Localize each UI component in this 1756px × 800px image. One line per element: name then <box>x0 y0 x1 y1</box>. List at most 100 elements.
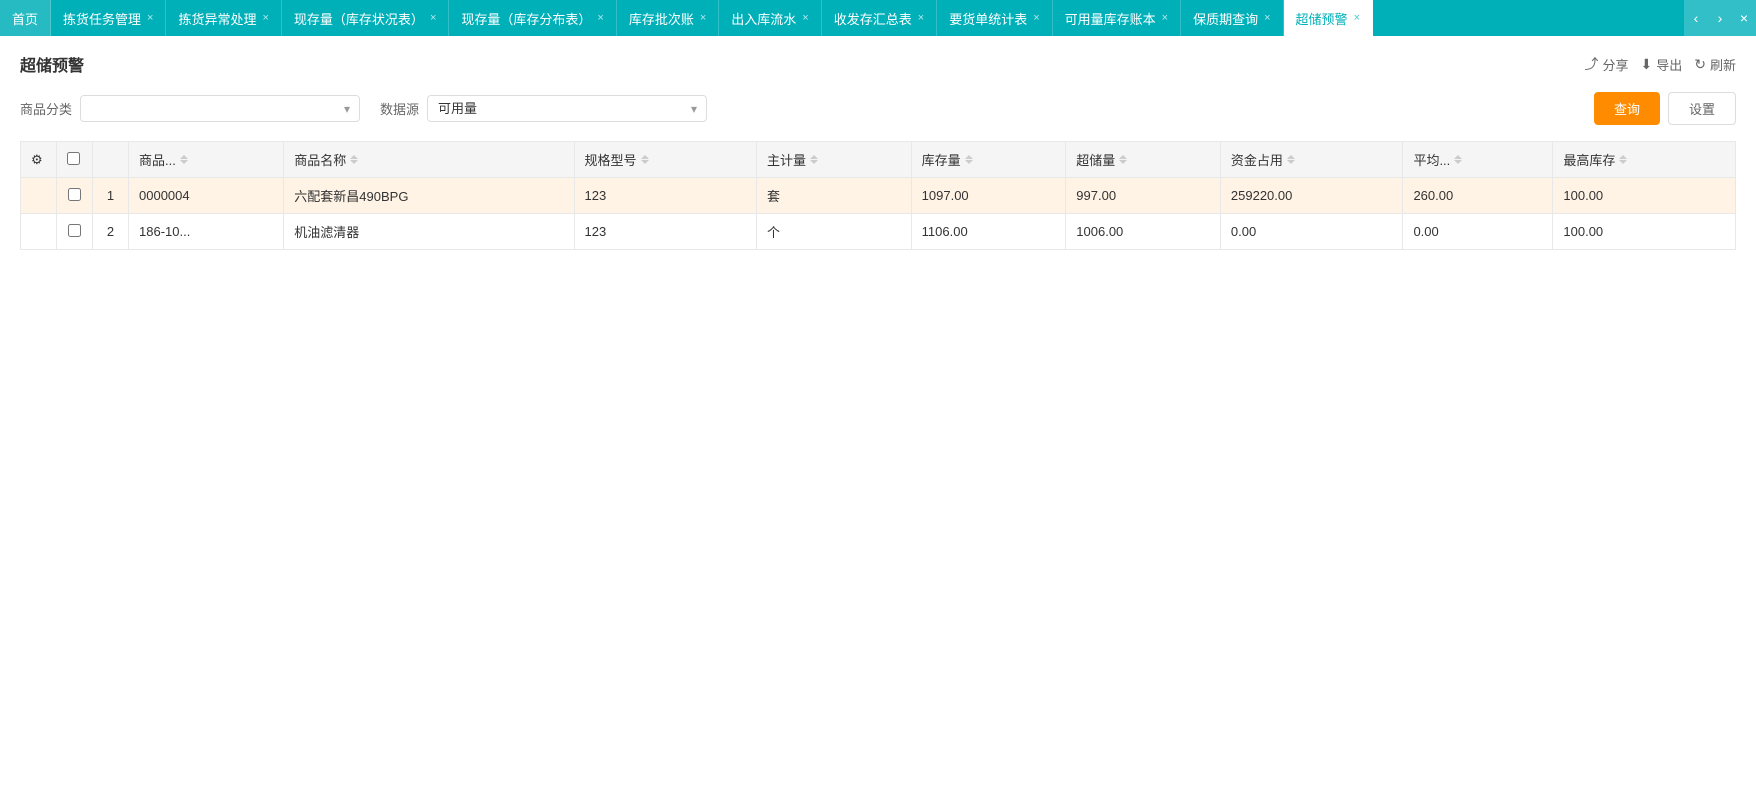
row-num: 2 <box>93 214 129 250</box>
row-checkbox[interactable] <box>68 188 81 201</box>
th-check <box>57 142 93 178</box>
datasource-label: 数据源 <box>380 99 419 118</box>
nav-item-available-account[interactable]: 可用量库存账本 × <box>1053 0 1181 36</box>
page-header: 超储预警 ⤴ 分享 ⬇ 导出 ↻ 刷新 <box>20 52 1736 76</box>
th-product-code: 商品... <box>129 142 284 178</box>
share-icon: ⤴ <box>1584 54 1598 74</box>
datasource-select[interactable]: 可用量 库存量 <box>427 95 707 122</box>
row-overstock: 997.00 <box>1066 178 1221 214</box>
share-button[interactable]: ⤴ 分享 <box>1584 54 1628 74</box>
row-max-stock: 100.00 <box>1553 178 1736 214</box>
close-icon[interactable]: × <box>1162 12 1168 24</box>
sort-icon <box>180 155 188 164</box>
table-row: 1 0000004 六配套新昌490BPG 123 套 1097.00 997.… <box>21 178 1736 214</box>
nav-item-pick-exception[interactable]: 拣货异常处理 × <box>166 0 281 36</box>
row-avg: 260.00 <box>1403 178 1553 214</box>
page-actions: ⤴ 分享 ⬇ 导出 ↻ 刷新 <box>1584 54 1736 74</box>
row-inventory: 1097.00 <box>911 178 1066 214</box>
th-gear: ⚙ <box>21 142 57 178</box>
data-table: ⚙ 商品... 商品名称 <box>20 141 1736 250</box>
sort-icon <box>1119 155 1127 164</box>
row-checkbox[interactable] <box>68 224 81 237</box>
close-icon[interactable]: × <box>430 12 436 24</box>
datasource-filter-group: 数据源 可用量 库存量 <box>380 95 707 122</box>
th-capital: 资金占用 <box>1220 142 1403 178</box>
nav-item-summary[interactable]: 收发存汇总表 × <box>822 0 937 36</box>
row-check <box>57 178 93 214</box>
sort-icon <box>641 155 649 164</box>
nav-item-flow[interactable]: 出入库流水 × <box>719 0 821 36</box>
settings-button[interactable]: 设置 <box>1668 92 1736 125</box>
th-overstock: 超储量 <box>1066 142 1221 178</box>
row-gear <box>21 178 57 214</box>
nav-next-button[interactable]: › <box>1708 0 1732 36</box>
row-unit: 个 <box>757 214 912 250</box>
sort-icon <box>1454 155 1462 164</box>
nav-close-button[interactable]: × <box>1732 0 1756 36</box>
category-select-wrapper <box>80 95 360 122</box>
row-num: 1 <box>93 178 129 214</box>
row-spec: 123 <box>574 214 757 250</box>
nav-bar: 首页 拣货任务管理 × 拣货异常处理 × 现存量（库存状况表） × 现存量（库存… <box>0 0 1756 36</box>
close-icon[interactable]: × <box>700 12 706 24</box>
row-capital: 0.00 <box>1220 214 1403 250</box>
page-title: 超储预警 <box>20 52 84 76</box>
row-max-stock: 100.00 <box>1553 214 1736 250</box>
nav-item-pick-task[interactable]: 拣货任务管理 × <box>51 0 166 36</box>
category-filter-group: 商品分类 <box>20 95 360 122</box>
nav-arrows: ‹ › × <box>1684 0 1756 36</box>
filter-actions: 查询 设置 <box>1594 92 1736 125</box>
export-button[interactable]: ⬇ 导出 <box>1641 55 1683 74</box>
refresh-icon: ↻ <box>1694 56 1706 73</box>
nav-item-inventory-dist[interactable]: 现存量（库存分布表） × <box>449 0 616 36</box>
table-row: 2 186-10... 机油滤清器 123 个 1106.00 1006.00 … <box>21 214 1736 250</box>
row-spec: 123 <box>574 178 757 214</box>
datasource-select-wrapper: 可用量 库存量 <box>427 95 707 122</box>
close-icon[interactable]: × <box>1354 12 1360 24</box>
sort-icon <box>350 155 358 164</box>
close-icon[interactable]: × <box>802 12 808 24</box>
th-inventory: 库存量 <box>911 142 1066 178</box>
gear-icon[interactable]: ⚙ <box>31 152 43 167</box>
filter-row: 商品分类 数据源 可用量 库存量 查询 设置 <box>20 92 1736 125</box>
close-icon[interactable]: × <box>147 12 153 24</box>
sort-icon <box>965 155 973 164</box>
row-inventory: 1106.00 <box>911 214 1066 250</box>
close-icon[interactable]: × <box>918 12 924 24</box>
row-product-name: 机油滤清器 <box>284 214 574 250</box>
close-icon[interactable]: × <box>597 12 603 24</box>
table-header: ⚙ 商品... 商品名称 <box>21 142 1736 178</box>
close-icon[interactable]: × <box>262 12 268 24</box>
row-avg: 0.00 <box>1403 214 1553 250</box>
select-all-checkbox[interactable] <box>67 152 80 165</box>
row-overstock: 1006.00 <box>1066 214 1221 250</box>
sort-icon <box>810 155 818 164</box>
nav-item-overstock[interactable]: 超储预警 × <box>1284 0 1373 36</box>
nav-prev-button[interactable]: ‹ <box>1684 0 1708 36</box>
nav-item-inventory-status[interactable]: 现存量（库存状况表） × <box>282 0 449 36</box>
nav-item-expiry[interactable]: 保质期查询 × <box>1181 0 1283 36</box>
category-select[interactable] <box>80 95 360 122</box>
row-capital: 259220.00 <box>1220 178 1403 214</box>
th-unit: 主计量 <box>757 142 912 178</box>
row-check <box>57 214 93 250</box>
query-button[interactable]: 查询 <box>1594 92 1660 125</box>
row-unit: 套 <box>757 178 912 214</box>
header-row: ⚙ 商品... 商品名称 <box>21 142 1736 178</box>
sort-icon <box>1619 155 1627 164</box>
close-icon[interactable]: × <box>1264 12 1270 24</box>
th-num <box>93 142 129 178</box>
row-gear <box>21 214 57 250</box>
th-product-name: 商品名称 <box>284 142 574 178</box>
sort-icon <box>1287 155 1295 164</box>
close-icon[interactable]: × <box>1033 12 1039 24</box>
refresh-button[interactable]: ↻ 刷新 <box>1694 55 1736 74</box>
nav-item-home[interactable]: 首页 <box>0 0 51 36</box>
nav-item-order-stats[interactable]: 要货单统计表 × <box>937 0 1052 36</box>
th-max-stock: 最高库存 <box>1553 142 1736 178</box>
category-label: 商品分类 <box>20 99 72 118</box>
table-body: 1 0000004 六配套新昌490BPG 123 套 1097.00 997.… <box>21 178 1736 250</box>
row-product-code: 186-10... <box>129 214 284 250</box>
export-icon: ⬇ <box>1641 56 1653 73</box>
nav-item-batch-account[interactable]: 库存批次账 × <box>617 0 719 36</box>
